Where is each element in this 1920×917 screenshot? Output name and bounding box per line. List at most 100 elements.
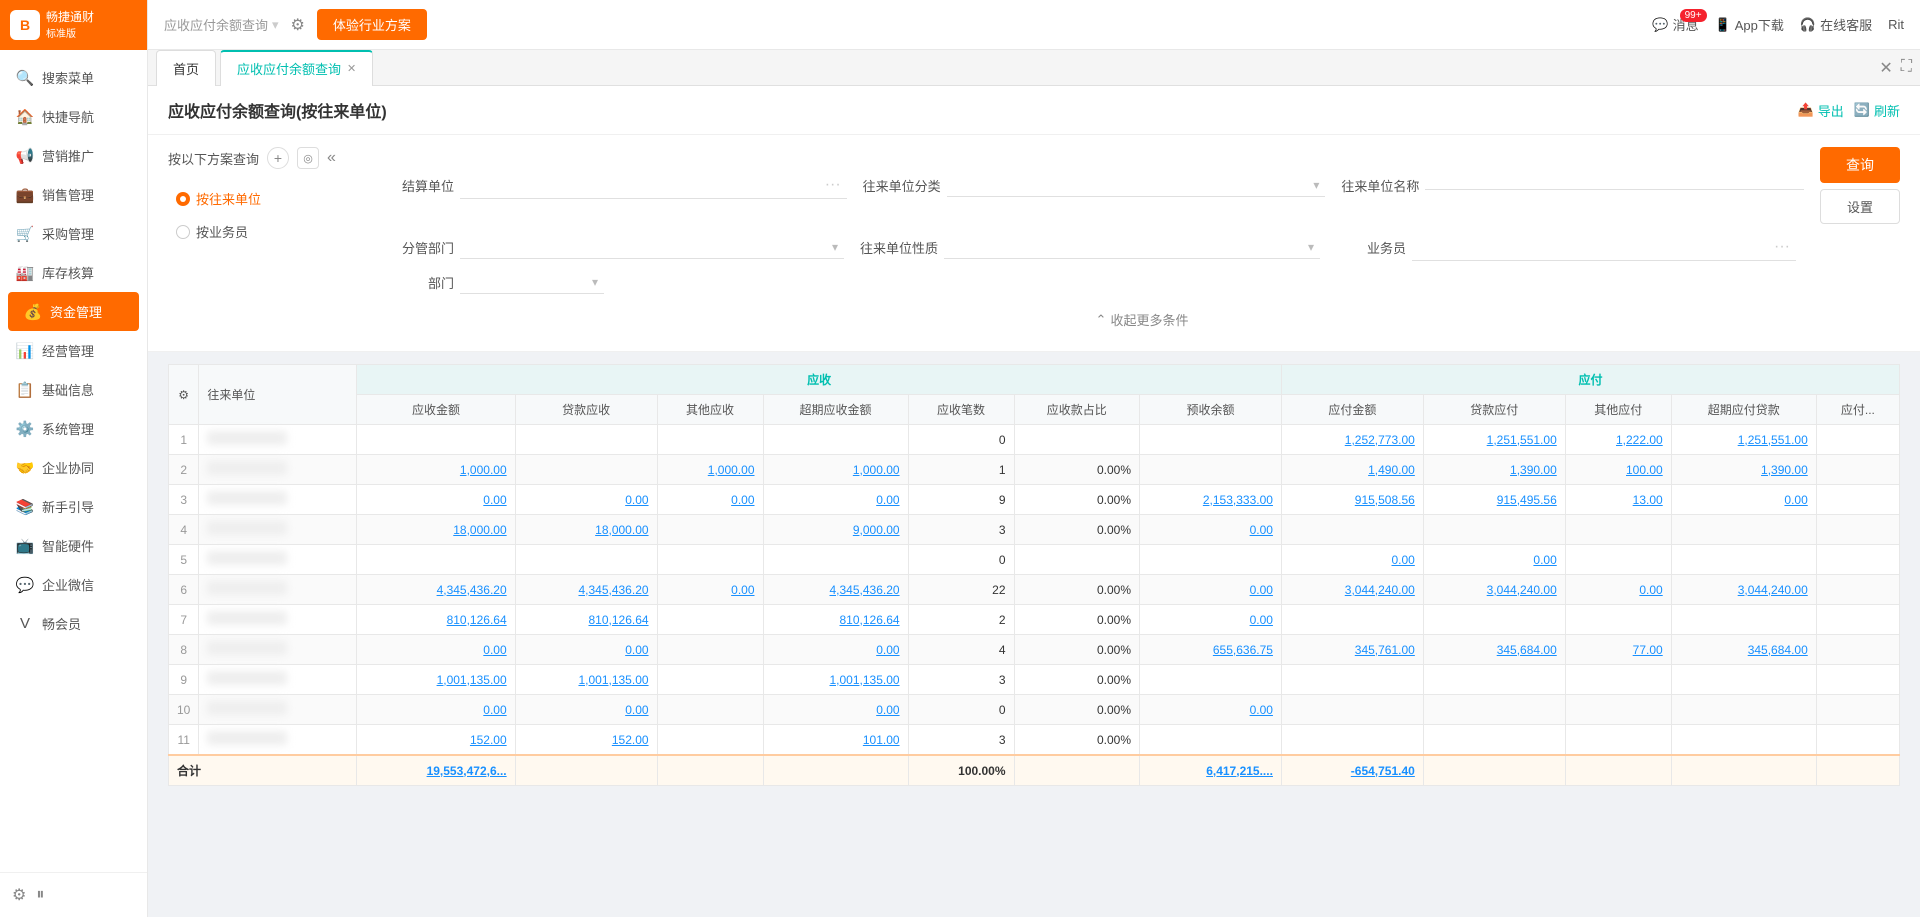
total-label: 合计	[169, 755, 357, 786]
dept-input[interactable]: ▾	[460, 271, 604, 294]
operation-label: 经营管理	[42, 341, 94, 360]
sidebar-item-purchase[interactable]: 🛒采购管理	[0, 214, 147, 253]
sales-icon: 💼	[16, 186, 34, 204]
hardware-label: 智能硬件	[42, 536, 94, 555]
marketing-icon: 📢	[16, 147, 34, 165]
settlement-dots-icon: ···	[825, 176, 841, 194]
filter-collapse-icon[interactable]: «	[327, 149, 336, 167]
finance-icon: 💰	[24, 303, 42, 321]
total-row: 合计 19,553,472,6... 100.00% 6,417,215....…	[169, 755, 1900, 786]
scheme-by-staff[interactable]: 按业务员	[168, 218, 368, 245]
sidebar-item-warehouse[interactable]: 🏭库存核算	[0, 253, 147, 292]
hardware-icon: 📺	[16, 537, 34, 555]
tab-close-icon[interactable]: ✕	[347, 62, 356, 75]
settlement-unit-input[interactable]: ···	[460, 172, 847, 199]
tab-maximize-icon[interactable]: ⛶	[1901, 58, 1912, 78]
page-title: 应收应付余额查询(按往来单位)	[168, 98, 387, 122]
branch-dept-input[interactable]: ▾	[460, 236, 844, 259]
salesperson-input[interactable]: ···	[1412, 234, 1796, 261]
quick-nav-label: 快捷导航	[42, 107, 94, 126]
tab-right-controls: ✕ ⛶	[1879, 58, 1912, 78]
solution-btn[interactable]: 体验行业方案	[317, 9, 427, 40]
col-ar-ratio: 应收款占比	[1014, 395, 1140, 425]
filter-scheme-btn[interactable]: ◎	[297, 147, 319, 169]
partner-category-label: 往来单位分类	[863, 176, 941, 195]
export-btn[interactable]: 📤 导出	[1798, 101, 1844, 120]
total-ap-amt[interactable]: -654,751.40	[1281, 755, 1423, 786]
sidebar-item-operation[interactable]: 📊经营管理	[0, 331, 147, 370]
col-ar-loan: 贷款应收	[515, 395, 657, 425]
sidebar-item-finance[interactable]: 💰资金管理	[8, 292, 139, 331]
tab-ar-ap[interactable]: 应收应付余额查询 ✕	[220, 50, 373, 86]
table-row: 64,345,436.204,345,436.200.004,345,436.2…	[169, 575, 1900, 605]
collapse-footer-icon[interactable]: ⏸	[36, 886, 44, 904]
settings-footer-icon[interactable]: ⚙	[12, 885, 26, 905]
sidebar-item-hardware[interactable]: 📺 智能硬件	[0, 526, 147, 565]
setting-btn[interactable]: 设置	[1820, 189, 1900, 224]
col-ap-other: 其他应付	[1565, 395, 1671, 425]
search-menu-icon: 🔍	[16, 69, 34, 87]
wechat-label: 企业微信	[42, 575, 94, 594]
refresh-btn[interactable]: 🔄 刷新	[1854, 101, 1900, 120]
partner-name-input[interactable]	[1425, 181, 1804, 190]
app-icon: 📱	[1715, 17, 1731, 33]
member-label: 畅会员	[42, 614, 81, 633]
collapse-icon: ⌃	[1096, 312, 1107, 328]
user-menu[interactable]: Rit	[1888, 17, 1904, 32]
message-btn[interactable]: 💬 消息 99+	[1652, 15, 1698, 34]
main-content: 首页 应收应付余额查询 ✕ ✕ ⛶ 应收应付余额查询(按往来单位) 📤 导出 🔄…	[148, 50, 1920, 917]
sidebar-item-enterprise[interactable]: 🤝 企业协同	[0, 448, 147, 487]
table-row: 21,000.00 1,000.001,000.0010.00% 1,490.0…	[169, 455, 1900, 485]
tab-bar: 首页 应收应付余额查询 ✕ ✕ ⛶	[148, 50, 1920, 86]
query-btn[interactable]: 查询	[1820, 147, 1900, 183]
basic-label: 基础信息	[42, 380, 94, 399]
quick-nav-icon: 🏠	[16, 108, 34, 126]
total-ar-amt[interactable]: 19,553,472,6...	[357, 755, 515, 786]
enterprise-icon: 🤝	[16, 459, 34, 477]
salesperson-label: 业务员	[1336, 238, 1406, 257]
tab-minimize-icon[interactable]: ✕	[1879, 58, 1892, 78]
sales-label: 销售管理	[42, 185, 94, 204]
breadcrumb-text: 应收应付余额查询	[164, 15, 268, 34]
partner-category-input[interactable]: ▾	[947, 174, 1326, 197]
filter-row-3: 部门 ▾	[384, 271, 1900, 294]
col-prepay: 预收余额	[1140, 395, 1282, 425]
col-ap-tail: 应付...	[1816, 395, 1899, 425]
partner-nature-input[interactable]: ▾	[944, 236, 1320, 259]
gear-icon[interactable]: ⚙	[291, 15, 305, 35]
sidebar-item-system[interactable]: ⚙️系统管理	[0, 409, 147, 448]
collapse-more-btn[interactable]: ⌃ 收起更多条件	[1080, 304, 1205, 335]
sidebar-item-member[interactable]: V畅会员	[0, 604, 147, 643]
col-ar-overdue: 超期应收金额	[763, 395, 908, 425]
tab-home[interactable]: 首页	[156, 50, 216, 86]
sidebar-item-search-menu[interactable]: 🔍搜索菜单	[0, 58, 147, 97]
service-btn[interactable]: 🎧 在线客服	[1800, 15, 1872, 34]
filter-partner-category: 往来单位分类 ▾	[863, 174, 1326, 197]
total-prepay[interactable]: 6,417,215....	[1140, 755, 1282, 786]
dept-chevron: ▾	[592, 275, 598, 289]
app-download-btn[interactable]: 📱 App下载	[1715, 15, 1784, 34]
filter-add-btn[interactable]: +	[267, 147, 289, 169]
sidebar-item-marketing[interactable]: 📢营销推广	[0, 136, 147, 175]
scheme-dot-active	[176, 192, 190, 206]
sidebar-item-sales[interactable]: 💼 销售管理	[0, 175, 147, 214]
sidebar-item-guide[interactable]: 📚新手引导	[0, 487, 147, 526]
guide-label: 新手引导	[42, 497, 94, 516]
table-gear-icon[interactable]: ⚙	[178, 388, 189, 402]
total-ar-ratio: 100.00%	[908, 755, 1014, 786]
enterprise-label: 企业协同	[42, 458, 94, 477]
sidebar-item-basic[interactable]: 📋基础信息	[0, 370, 147, 409]
filter-partner-nature: 往来单位性质 ▾	[860, 236, 1320, 259]
col-ap-loan: 贷款应付	[1423, 395, 1565, 425]
table-row: 11152.00152.00 101.0030.00%	[169, 725, 1900, 756]
col-ar-count: 应收笔数	[908, 395, 1014, 425]
scheme-by-unit[interactable]: 按往来单位	[168, 185, 368, 212]
sidebar-item-quick-nav[interactable]: 🏠 快捷导航	[0, 97, 147, 136]
system-label: 系统管理	[42, 419, 94, 438]
table-settings-header: ⚙	[169, 365, 199, 425]
service-icon: 🎧	[1800, 17, 1816, 33]
refresh-icon: 🔄	[1854, 102, 1870, 118]
page-actions: 📤 导出 🔄 刷新	[1798, 101, 1900, 120]
sidebar-item-wechat[interactable]: 💬企业微信	[0, 565, 147, 604]
partner-category-chevron: ▾	[1313, 178, 1319, 192]
